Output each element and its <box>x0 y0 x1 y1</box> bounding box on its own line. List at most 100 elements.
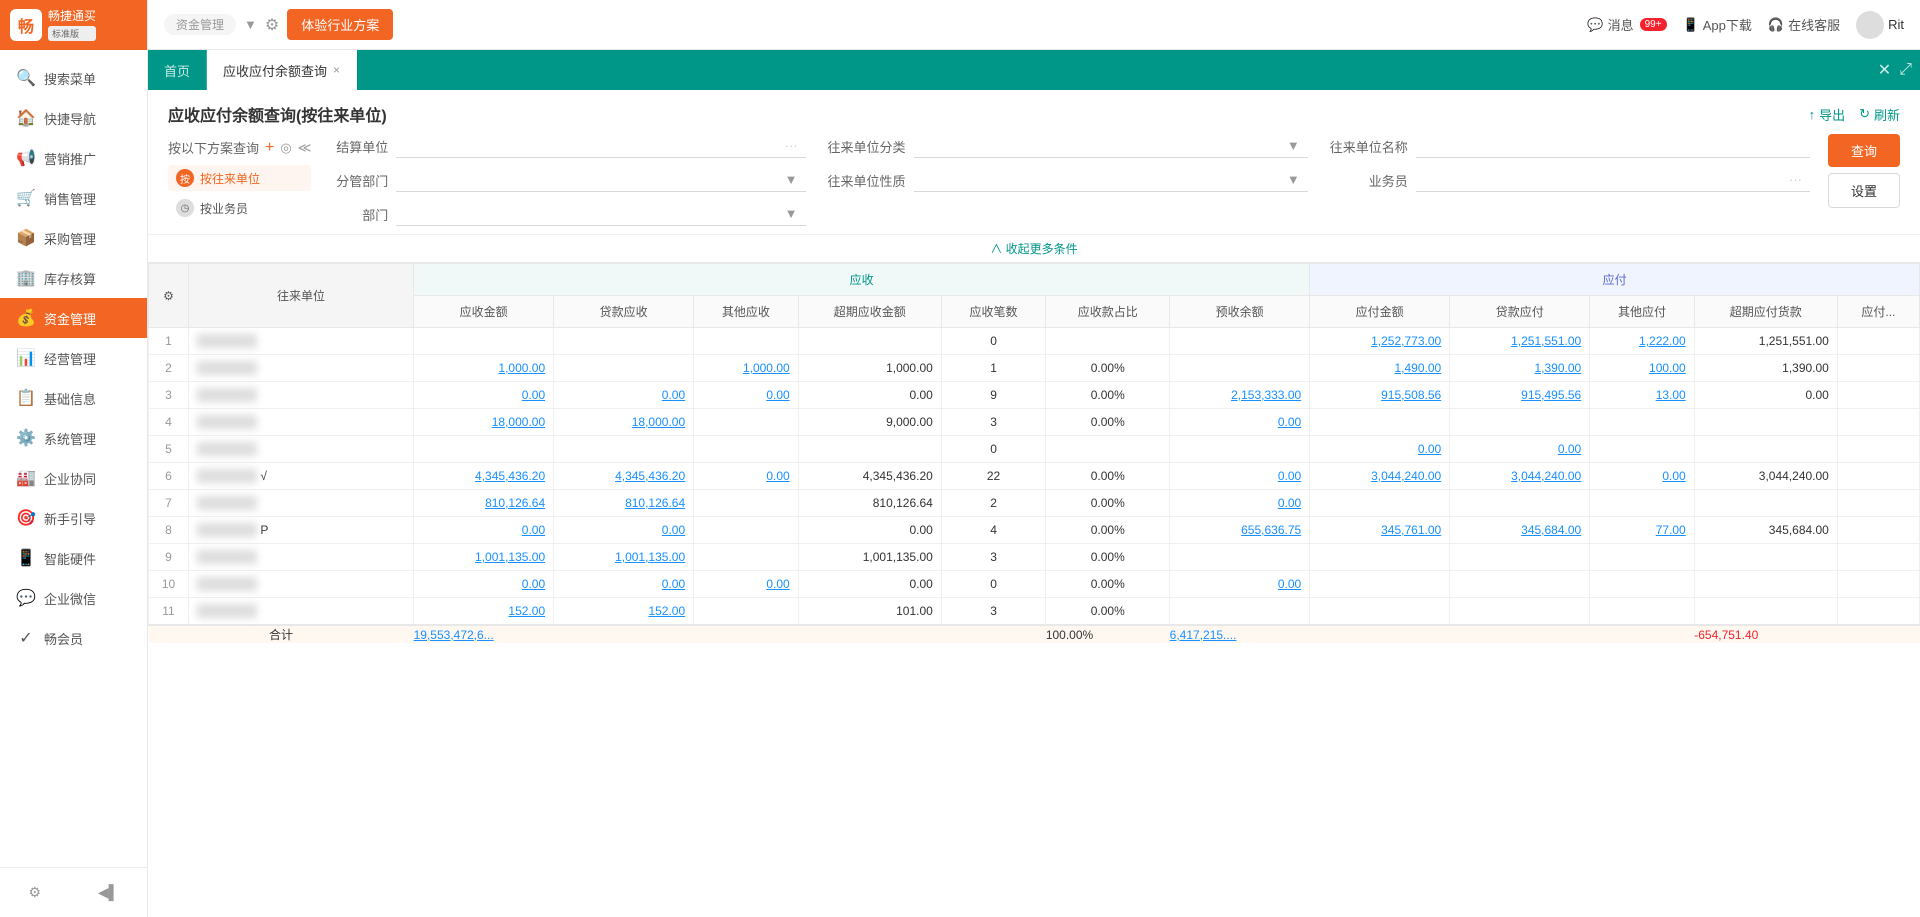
cell-ar-ratio: 0.00% <box>1046 355 1170 382</box>
sidebar-item-wechat[interactable]: 💬 企业微信 <box>0 578 147 618</box>
th-ar-prepay: 预收余额 <box>1170 296 1310 328</box>
cell-ap-amount: 345,761.00 <box>1310 517 1450 544</box>
cell-ar-prepay: 0.00 <box>1170 463 1310 490</box>
cell-ar-overdue: 101.00 <box>798 598 941 626</box>
cell-ap-overdue: 1,390.00 <box>1694 355 1837 382</box>
cell-ar-count: 0 <box>941 328 1046 355</box>
cell-ap-more <box>1837 328 1919 355</box>
settings-filter-btn[interactable]: ◎ <box>280 140 291 156</box>
export-btn[interactable]: ↑ 导出 <box>1809 105 1846 124</box>
cell-ar-prepay <box>1170 598 1310 626</box>
sidebar-item-quicknav[interactable]: 🏠 快捷导航 <box>0 98 147 138</box>
sidebar-item-member[interactable]: ✓ 畅会员 <box>0 618 147 658</box>
enterprise-icon: 🏭 <box>16 468 36 488</box>
collapse-sidebar-btn[interactable]: ◀▌ <box>92 878 125 907</box>
scheme-customer-icon: 按 <box>176 169 194 187</box>
collapse-more-btn[interactable]: ∧ 收起更多条件 <box>148 234 1920 262</box>
tab-close-btn[interactable]: × <box>333 63 340 77</box>
cell-serial: 8 <box>149 517 189 544</box>
user-profile[interactable]: Rit <box>1856 11 1904 39</box>
cell-ap-amount <box>1310 490 1450 517</box>
cell-ar-ratio: 0.00% <box>1046 517 1170 544</box>
cell-ar-prepay <box>1170 328 1310 355</box>
sidebar-item-operations[interactable]: 📊 经营管理 <box>0 338 147 378</box>
topbar-breadcrumb: 资金管理 <box>164 14 236 35</box>
cell-ar-other <box>694 490 799 517</box>
logo-text: 畅捷通买 标准版 <box>48 9 96 42</box>
cell-ap-other: 77.00 <box>1590 517 1695 544</box>
table-wrapper[interactable]: ⚙ 往来单位 应收 应付 <box>148 263 1920 917</box>
footer-label: 合计 <box>149 625 414 643</box>
sidebar-item-guide[interactable]: 🎯 新手引导 <box>0 498 147 538</box>
settings-footer-btn[interactable]: ⚙ <box>22 878 47 907</box>
cell-ap-more <box>1837 571 1919 598</box>
sidebar-item-system[interactable]: ⚙️ 系统管理 <box>0 418 147 458</box>
sidebar-item-marketing[interactable]: 📢 营销推广 <box>0 138 147 178</box>
cell-ar-overdue: 810,126.64 <box>798 490 941 517</box>
collapse-filter-btn[interactable]: ≪ <box>298 140 312 156</box>
th-ap-other: 其他应付 <box>1590 296 1695 328</box>
online-service-btn[interactable]: 🎧 在线客服 <box>1768 15 1840 34</box>
scheme-by-customer[interactable]: 按 按往来单位 <box>168 165 311 191</box>
filter-controls: 按以下方案查询 + ◎ ≪ 按 按往来单位 <box>148 134 1920 234</box>
cell-ap-loan: 345,684.00 <box>1450 517 1590 544</box>
cell-ar-ratio: 0.00% <box>1046 490 1170 517</box>
set-button[interactable]: 设置 <box>1828 173 1900 208</box>
sidebar-item-finance[interactable]: 💰 资金管理 <box>0 298 147 338</box>
cell-ar-overdue: 0.00 <box>798 382 941 409</box>
tab-home[interactable]: 首页 <box>148 50 207 90</box>
cell-ap-overdue <box>1694 436 1837 463</box>
cell-ar-count: 3 <box>941 544 1046 571</box>
cell-ar-loan <box>554 355 694 382</box>
customer-name-label: 往来单位名称 <box>1328 137 1408 156</box>
th-ap-overdue: 超期应付货款 <box>1694 296 1837 328</box>
cell-ar-amount: 152.00 <box>414 598 554 626</box>
table-row: 1 01,252,773.001,251,551.001,222.001,251… <box>149 328 1920 355</box>
tab-ar-query[interactable]: 应收应付余额查询 × <box>207 50 357 90</box>
cell-serial: 6 <box>149 463 189 490</box>
refresh-btn[interactable]: ↻ 刷新 <box>1859 105 1900 124</box>
sidebar-item-inventory[interactable]: 🏢 库存核算 <box>0 258 147 298</box>
table-row: 5 00.000.00 <box>149 436 1920 463</box>
home-icon: 🏠 <box>16 108 36 128</box>
cell-ar-loan: 0.00 <box>554 517 694 544</box>
sidebar-item-basic[interactable]: 📋 基础信息 <box>0 378 147 418</box>
sidebar-item-purchase[interactable]: 📦 采购管理 <box>0 218 147 258</box>
cell-ar-ratio: 0.00% <box>1046 409 1170 436</box>
cell-ar-amount <box>414 328 554 355</box>
department-label: 分管部门 <box>323 171 388 190</box>
messages-btn[interactable]: 💬 消息 99+ <box>1587 15 1666 34</box>
tab-close-window-btn[interactable]: ✕ <box>1878 60 1891 80</box>
topbar-dropdown-btn[interactable]: ▼ <box>244 17 257 32</box>
main-area: 资金管理 ▼ ⚙ 体验行业方案 💬 消息 99+ 📱 App下载 🎧 在线客服 <box>148 0 1920 917</box>
cell-ap-more <box>1837 490 1919 517</box>
sidebar-item-hardware[interactable]: 📱 智能硬件 <box>0 538 147 578</box>
cell-ar-count: 9 <box>941 382 1046 409</box>
scheme-by-salesperson[interactable]: ◷ 按业务员 <box>168 195 311 221</box>
settlement-unit-label: 结算单位 <box>323 137 388 156</box>
promo-button[interactable]: 体验行业方案 <box>287 9 393 40</box>
app-download-btn[interactable]: 📱 App下载 <box>1683 15 1752 34</box>
table-settings-icon[interactable]: ⚙ <box>163 289 174 303</box>
filter-label: 按以下方案查询 <box>168 138 259 157</box>
cell-ar-count: 0 <box>941 436 1046 463</box>
cell-serial: 11 <box>149 598 189 626</box>
sidebar-item-enterprise[interactable]: 🏭 企业协同 <box>0 458 147 498</box>
customer-name-input[interactable] <box>1416 134 1810 158</box>
topbar-gear-btn[interactable]: ⚙ <box>265 15 279 35</box>
table-row: 8 P0.000.000.0040.00%655,636.75345,761.0… <box>149 517 1920 544</box>
page-title: 应收应付余额查询(按往来单位) <box>168 102 387 126</box>
member-icon: ✓ <box>16 628 36 648</box>
query-button[interactable]: 查询 <box>1828 134 1900 167</box>
footer-ar-ratio: 100.00% <box>1046 625 1170 643</box>
sidebar-item-search[interactable]: 🔍 搜索菜单 <box>0 58 147 98</box>
cell-ar-other <box>694 544 799 571</box>
cell-ar-count: 3 <box>941 409 1046 436</box>
category-dropdown-icon: ▼ <box>1287 138 1300 153</box>
add-filter-btn[interactable]: + <box>265 139 274 157</box>
cell-ar-ratio: 0.00% <box>1046 544 1170 571</box>
sidebar-item-sales[interactable]: 🛒 销售管理 <box>0 178 147 218</box>
cell-ap-more <box>1837 355 1919 382</box>
cell-ap-overdue <box>1694 490 1837 517</box>
tab-expand-btn[interactable]: ⤢ <box>1899 61 1912 79</box>
